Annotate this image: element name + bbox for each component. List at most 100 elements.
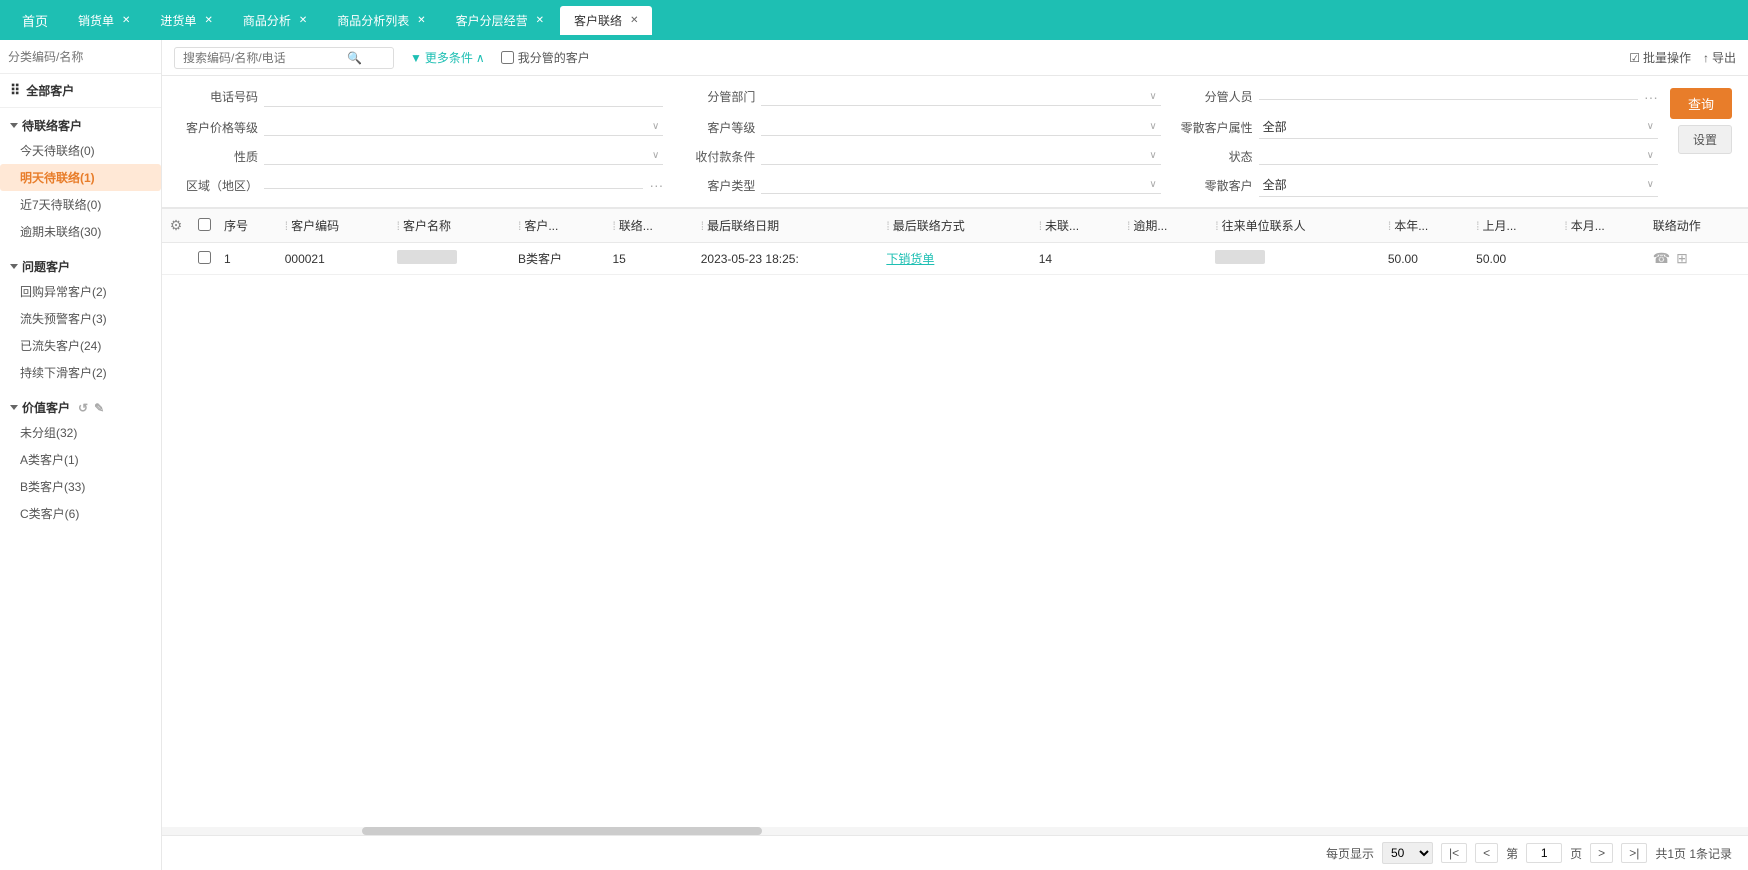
row-action-cell: ☎ ⊞ (1647, 243, 1748, 275)
sidebar-item-overdue[interactable]: 逾期未联络(30) (0, 218, 161, 245)
settings-gear-icon[interactable]: ⚙ (170, 217, 183, 233)
filter-row-4: 区域（地区） ··· 客户类型 ∨ 零散客户 (178, 173, 1658, 197)
last-contact-method-link[interactable]: 下销货单 (886, 252, 934, 266)
sidebar-item-class-c[interactable]: C类客户(6) (0, 500, 161, 527)
search-input[interactable] (183, 51, 343, 65)
filter-retail-customer-select[interactable]: 全部 ∨ (1259, 173, 1658, 197)
filter-customer-type-select[interactable]: ∨ (761, 176, 1160, 194)
nav-customer-contact[interactable]: 客户联络 ✕ (560, 6, 652, 35)
sidebar-item-class-b[interactable]: B类客户(33) (0, 473, 161, 500)
col-action-header: 联络动作 (1647, 209, 1748, 243)
per-page-select[interactable]: 50 100 200 (1382, 842, 1433, 864)
col-this-year-header: ⁞本年... (1382, 209, 1470, 243)
filter-customer-level-select[interactable]: ∨ (761, 118, 1160, 136)
filter-dept-select[interactable]: ∨ (761, 88, 1160, 106)
page-number-input[interactable] (1526, 843, 1562, 863)
refresh-icon[interactable]: ↺ (78, 401, 88, 415)
sidebar-section-pending: 待联络客户 今天待联络(0) 明天待联络(1) 近7天待联络(0) 逾期未联络(… (0, 108, 161, 249)
collapse-triangle-icon (10, 123, 18, 128)
batch-ops-area: ☑ 批量操作 ↑ 导出 (1629, 49, 1736, 66)
nav-customer-tier[interactable]: 客户分层经营 ✕ (442, 6, 558, 35)
sidebar-item-declining[interactable]: 持续下滑客户(2) (0, 359, 161, 386)
horizontal-scrollbar[interactable] (162, 827, 1748, 835)
phone-action-icon[interactable]: ☎ (1653, 250, 1670, 267)
sidebar-search-input[interactable] (8, 50, 162, 64)
more-action-icon[interactable]: ⊞ (1676, 250, 1688, 267)
my-customers-checkbox[interactable]: 我分管的客户 (501, 49, 590, 66)
filter-phone-input[interactable] (264, 86, 663, 107)
col-icon: ⁞ (285, 219, 288, 233)
col-icon6: ⁞ (886, 219, 889, 233)
last-page-button[interactable]: >| (1621, 843, 1647, 863)
first-page-button[interactable]: |< (1441, 843, 1467, 863)
sidebar-all-customers[interactable]: ⠿ 全部客户 (0, 74, 161, 108)
filter-region-dots[interactable]: ··· (649, 177, 663, 193)
filter-price-level-label: 客户价格等级 (178, 119, 258, 136)
sidebar-search-bar: 🔍 « (0, 40, 161, 74)
select-all-checkbox[interactable] (198, 218, 211, 231)
action-icons: ☎ ⊞ (1653, 250, 1742, 267)
collapse-triangle-icon2 (10, 264, 18, 269)
chevron-down-icon: ∨ (1149, 91, 1156, 102)
col-last-contact-method-header: ⁞最后联络方式 (880, 209, 1032, 243)
filter-nature-select[interactable]: ∨ (264, 147, 663, 165)
sidebar-item-tomorrow[interactable]: 明天待联络(1) (0, 164, 161, 191)
filter-region-label: 区域（地区） (178, 177, 258, 194)
nav-home[interactable]: 首页 (8, 5, 62, 36)
nav-purchase-order[interactable]: 进货单 ✕ (146, 6, 226, 35)
sidebar-item-churned[interactable]: 已流失客户(24) (0, 332, 161, 359)
chevron-down-icon9: ∨ (1647, 179, 1654, 190)
sidebar-item-churn-warning[interactable]: 流失预警客户(3) (0, 305, 161, 332)
close-customer-contact-icon[interactable]: ✕ (630, 15, 638, 26)
col-no-header: 序号 (218, 209, 279, 243)
edit-value-icon[interactable]: ✎ (94, 401, 104, 415)
filter-manager-dots[interactable]: ··· (1644, 89, 1658, 105)
search-icon[interactable]: 🔍 (347, 51, 362, 65)
close-customer-tier-icon[interactable]: ✕ (536, 15, 544, 26)
row-checkbox[interactable] (198, 251, 211, 264)
scrollbar-thumb[interactable] (362, 827, 762, 835)
close-product-analysis-list-icon[interactable]: ✕ (417, 15, 425, 26)
sidebar-item-repurchase-abnormal[interactable]: 回购异常客户(2) (0, 278, 161, 305)
filter-retail-customer-label: 零散客户 (1173, 177, 1253, 194)
col-check-header (190, 209, 218, 243)
filter-payment-terms-select[interactable]: ∨ (761, 147, 1160, 165)
export-button[interactable]: ↑ 导出 (1703, 49, 1736, 66)
pending-contact-title[interactable]: 待联络客户 (0, 112, 161, 137)
filter-dept: 分管部门 ∨ (675, 88, 1160, 106)
query-button[interactable]: 查询 (1670, 88, 1732, 119)
filter-status-label: 状态 (1173, 148, 1253, 165)
export-icon: ↑ (1703, 51, 1709, 65)
batch-ops-button[interactable]: ☑ 批量操作 (1629, 49, 1691, 66)
value-customer-title[interactable]: 价值客户 ↺ ✎ (0, 394, 161, 419)
setting-button[interactable]: 设置 (1678, 125, 1732, 154)
filter-phone: 电话号码 (178, 86, 663, 107)
filter-retail-attr-select[interactable]: 全部 ∨ (1259, 115, 1658, 139)
top-navigation: 首页 销货单 ✕ 进货单 ✕ 商品分析 ✕ 商品分析列表 ✕ 客户分层经营 ✕ … (0, 0, 1748, 40)
filter-price-level-select[interactable]: ∨ (264, 118, 663, 136)
more-filter-button[interactable]: ▼ 更多条件 ∧ (402, 46, 493, 69)
sidebar-item-today[interactable]: 今天待联络(0) (0, 137, 161, 164)
filter-retail-attr: 零散客户属性 全部 ∨ (1173, 115, 1658, 139)
col-icon11: ⁞ (1476, 219, 1479, 233)
sidebar-item-7days[interactable]: 近7天待联络(0) (0, 191, 161, 218)
problem-customer-title[interactable]: 问题客户 (0, 253, 161, 278)
my-customers-check-input[interactable] (501, 51, 514, 64)
prev-page-button[interactable]: < (1475, 843, 1498, 863)
sidebar-item-class-a[interactable]: A类客户(1) (0, 446, 161, 473)
data-table-wrapper: ⚙ 序号 ⁞客户编码 ⁞客户名称 ⁞客户... (162, 208, 1748, 827)
nav-sales-order[interactable]: 销货单 ✕ (64, 6, 144, 35)
nav-product-analysis[interactable]: 商品分析 ✕ (229, 6, 321, 35)
close-sales-order-icon[interactable]: ✕ (122, 15, 130, 26)
sidebar-item-ungrouped[interactable]: 未分组(32) (0, 419, 161, 446)
filter-payment-terms-label: 收付款条件 (675, 148, 755, 165)
close-purchase-order-icon[interactable]: ✕ (204, 15, 212, 26)
filter-customer-type-label: 客户类型 (675, 177, 755, 194)
filter-region: 区域（地区） ··· (178, 177, 663, 194)
filter-status-select[interactable]: ∨ (1259, 147, 1658, 165)
row-last-contact-date-cell: 2023-05-23 18:25: (695, 243, 881, 275)
close-product-analysis-icon[interactable]: ✕ (299, 15, 307, 26)
nav-product-analysis-list[interactable]: 商品分析列表 ✕ (323, 6, 439, 35)
filter-manager: 分管人员 ··· (1173, 88, 1658, 105)
next-page-button[interactable]: > (1590, 843, 1613, 863)
